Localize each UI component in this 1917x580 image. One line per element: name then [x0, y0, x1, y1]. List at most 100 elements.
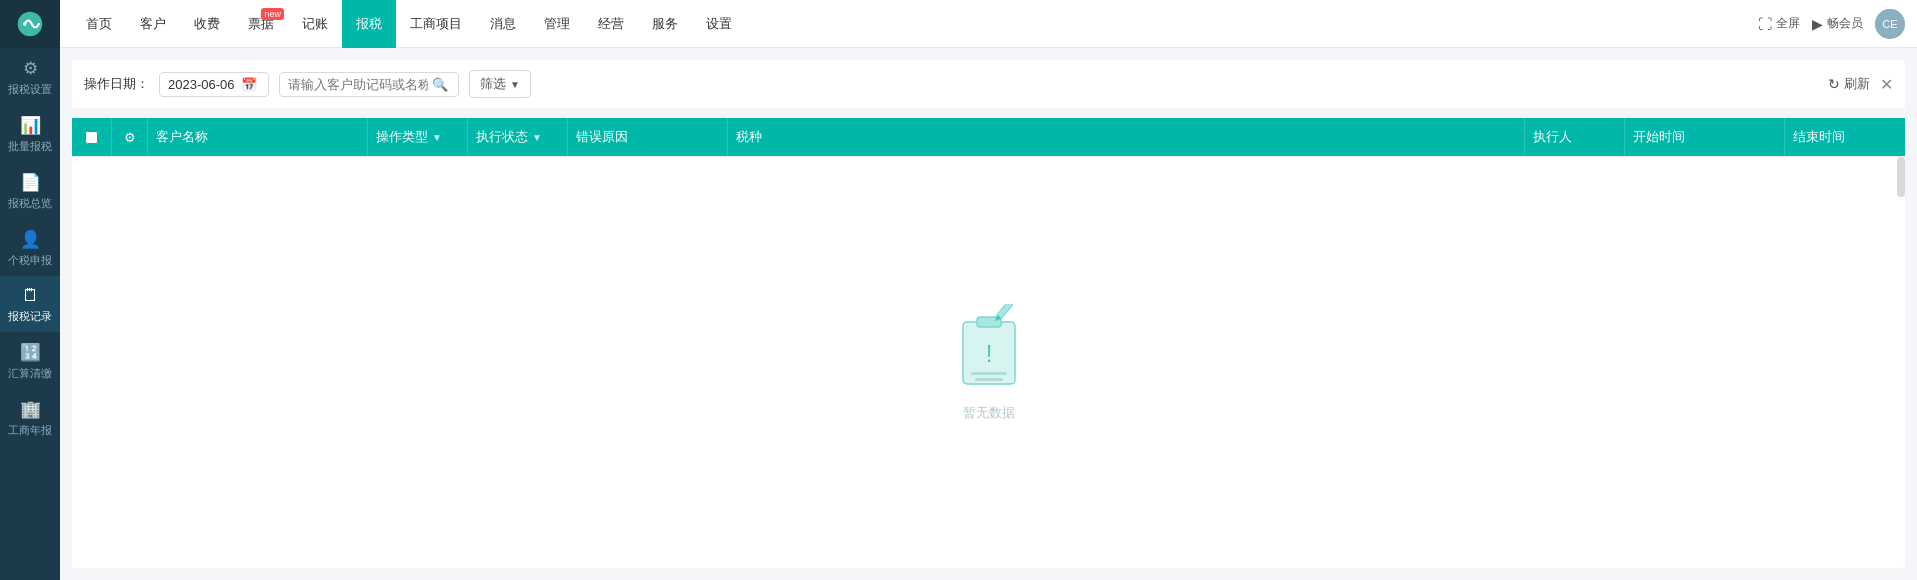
- personal-tax-icon: 👤: [20, 229, 41, 250]
- sidebar-item-baoshuishezhi[interactable]: ⚙ 报税设置: [0, 48, 60, 105]
- nav-items: 首页 客户 收费 票据 new 记账 报税 工商项目 消息: [72, 0, 1758, 48]
- th-customer-name: 客户名称: [148, 118, 368, 156]
- nav-manage[interactable]: 管理: [530, 0, 584, 48]
- th-settings: ⚙: [112, 118, 148, 156]
- main-sidebar: ⚙ 报税设置 📊 批量报税 📄 报税总览 👤 个税申报 🗒 报税记录 🔢 汇算清…: [0, 0, 60, 580]
- top-navbar: 首页 客户 收费 票据 new 记账 报税 工商项目 消息: [60, 0, 1917, 48]
- content-area: 操作日期： 2023-06-06 📅 🔍 筛选 ▼ ↻ 刷新: [60, 48, 1917, 580]
- th-operation-type-label: 操作类型: [376, 128, 428, 146]
- table-header: ⚙ 客户名称 操作类型 ▼ 执行状态 ▼ 错误原因: [72, 118, 1905, 157]
- sidebar-item-gongshangnianbao[interactable]: 🏢 工商年报: [0, 389, 60, 446]
- sidebar-item-baoshuijilu[interactable]: 🗒 报税记录: [0, 276, 60, 332]
- member-btn[interactable]: ▶ 畅会员: [1812, 15, 1863, 32]
- sidebar-item-geshuishenbao[interactable]: 👤 个税申报: [0, 219, 60, 276]
- user-avatar[interactable]: CE: [1875, 9, 1905, 39]
- topnav-right: ⛶ 全屏 ▶ 畅会员 CE: [1758, 9, 1905, 39]
- th-tax-type-label: 税种: [736, 128, 762, 146]
- nav-home[interactable]: 首页: [72, 0, 126, 48]
- fullscreen-btn[interactable]: ⛶ 全屏: [1758, 15, 1800, 32]
- nav-business[interactable]: 工商项目: [396, 0, 476, 48]
- nav-settings-label: 设置: [706, 15, 732, 33]
- sidebar-label-piliangbaoshui: 批量报税: [8, 139, 52, 154]
- nav-service[interactable]: 服务: [638, 0, 692, 48]
- sidebar-item-baoshuizonglan[interactable]: 📄 报税总览: [0, 162, 60, 219]
- avatar-initials: CE: [1875, 9, 1905, 39]
- empty-state: ! 暂无数据: [949, 304, 1029, 422]
- main-wrapper: 首页 客户 收费 票据 new 记账 报税 工商项目 消息: [60, 0, 1917, 580]
- empty-text: 暂无数据: [963, 404, 1015, 422]
- svg-rect-7: [996, 304, 1012, 319]
- invoice-badge: new: [261, 8, 284, 21]
- record-icon: 🗒: [22, 286, 39, 306]
- nav-bookkeeping-label: 记账: [302, 15, 328, 33]
- close-button[interactable]: ✕: [1880, 75, 1893, 94]
- nav-customer-label: 客户: [140, 15, 166, 33]
- chevron-down-icon: ▼: [510, 79, 520, 90]
- th-customer-name-label: 客户名称: [156, 128, 208, 146]
- refresh-icon: ↻: [1828, 76, 1840, 92]
- overview-icon: 📄: [20, 172, 41, 193]
- fullscreen-icon: ⛶: [1758, 16, 1772, 32]
- refresh-button[interactable]: ↻ 刷新: [1828, 75, 1870, 93]
- nav-message-label: 消息: [490, 15, 516, 33]
- nav-customer[interactable]: 客户: [126, 0, 180, 48]
- empty-illustration: !: [949, 304, 1029, 394]
- sidebar-label-baoshuishezhi: 报税设置: [8, 82, 52, 97]
- toolbar: 操作日期： 2023-06-06 📅 🔍 筛选 ▼ ↻ 刷新: [72, 60, 1905, 108]
- calendar-icon: 📅: [241, 77, 257, 92]
- th-end-time-label: 结束时间: [1793, 128, 1845, 146]
- member-icon: ▶: [1812, 16, 1823, 32]
- filter-label: 筛选: [480, 75, 506, 93]
- search-box[interactable]: 🔍: [279, 72, 459, 97]
- annual-report-icon: 🏢: [20, 399, 41, 420]
- date-value: 2023-06-06: [168, 77, 235, 92]
- nav-operation-label: 经营: [598, 15, 624, 33]
- operation-type-filter-icon[interactable]: ▼: [432, 132, 442, 143]
- member-label: 畅会员: [1827, 15, 1863, 32]
- nav-tax-label: 报税: [356, 15, 382, 33]
- th-checkbox: [72, 118, 112, 156]
- fullscreen-label: 全屏: [1776, 15, 1800, 32]
- select-all-checkbox[interactable]: [85, 131, 98, 144]
- sidebar-item-huisuanqingjiao[interactable]: 🔢 汇算清缴: [0, 332, 60, 389]
- nav-business-label: 工商项目: [410, 15, 462, 33]
- nav-fee[interactable]: 收费: [180, 0, 234, 48]
- th-execution-status: 执行状态 ▼: [468, 118, 568, 156]
- date-picker[interactable]: 2023-06-06 📅: [159, 72, 269, 97]
- nav-service-label: 服务: [652, 15, 678, 33]
- table-body: ! 暂无数据: [72, 157, 1905, 568]
- svg-point-1: [23, 22, 27, 26]
- batch-icon: 📊: [20, 115, 41, 136]
- search-input[interactable]: [288, 77, 428, 92]
- th-execution-status-label: 执行状态: [476, 128, 528, 146]
- th-operation-type: 操作类型 ▼: [368, 118, 468, 156]
- nav-fee-label: 收费: [194, 15, 220, 33]
- annual-settle-icon: 🔢: [20, 342, 41, 363]
- nav-home-label: 首页: [86, 15, 112, 33]
- execution-status-filter-icon[interactable]: ▼: [532, 132, 542, 143]
- sidebar-item-piliangbaoshui[interactable]: 📊 批量报税: [0, 105, 60, 162]
- nav-manage-label: 管理: [544, 15, 570, 33]
- th-executor: 执行人: [1525, 118, 1625, 156]
- nav-tax[interactable]: 报税: [342, 0, 396, 48]
- table-container: ⚙ 客户名称 操作类型 ▼ 执行状态 ▼ 错误原因: [72, 118, 1905, 568]
- svg-rect-5: [971, 372, 1007, 375]
- th-end-time: 结束时间: [1785, 118, 1905, 156]
- nav-bookkeeping[interactable]: 记账: [288, 0, 342, 48]
- nav-settings[interactable]: 设置: [692, 0, 746, 48]
- nav-message[interactable]: 消息: [476, 0, 530, 48]
- app-logo: [0, 0, 60, 48]
- scrollbar[interactable]: [1897, 157, 1905, 197]
- date-label: 操作日期：: [84, 75, 149, 93]
- column-settings-icon[interactable]: ⚙: [124, 130, 136, 145]
- th-error-reason: 错误原因: [568, 118, 728, 156]
- sidebar-label-geshuishenbao: 个税申报: [8, 253, 52, 268]
- svg-text:!: !: [985, 340, 992, 367]
- nav-operation[interactable]: 经营: [584, 0, 638, 48]
- sidebar-label-baoshuizonglan: 报税总览: [8, 196, 52, 211]
- nav-invoice[interactable]: 票据 new: [234, 0, 288, 48]
- th-start-time-label: 开始时间: [1633, 128, 1685, 146]
- filter-button[interactable]: 筛选 ▼: [469, 70, 531, 98]
- svg-rect-6: [975, 378, 1003, 381]
- sidebar-label-gongshangnianbao: 工商年报: [8, 423, 52, 438]
